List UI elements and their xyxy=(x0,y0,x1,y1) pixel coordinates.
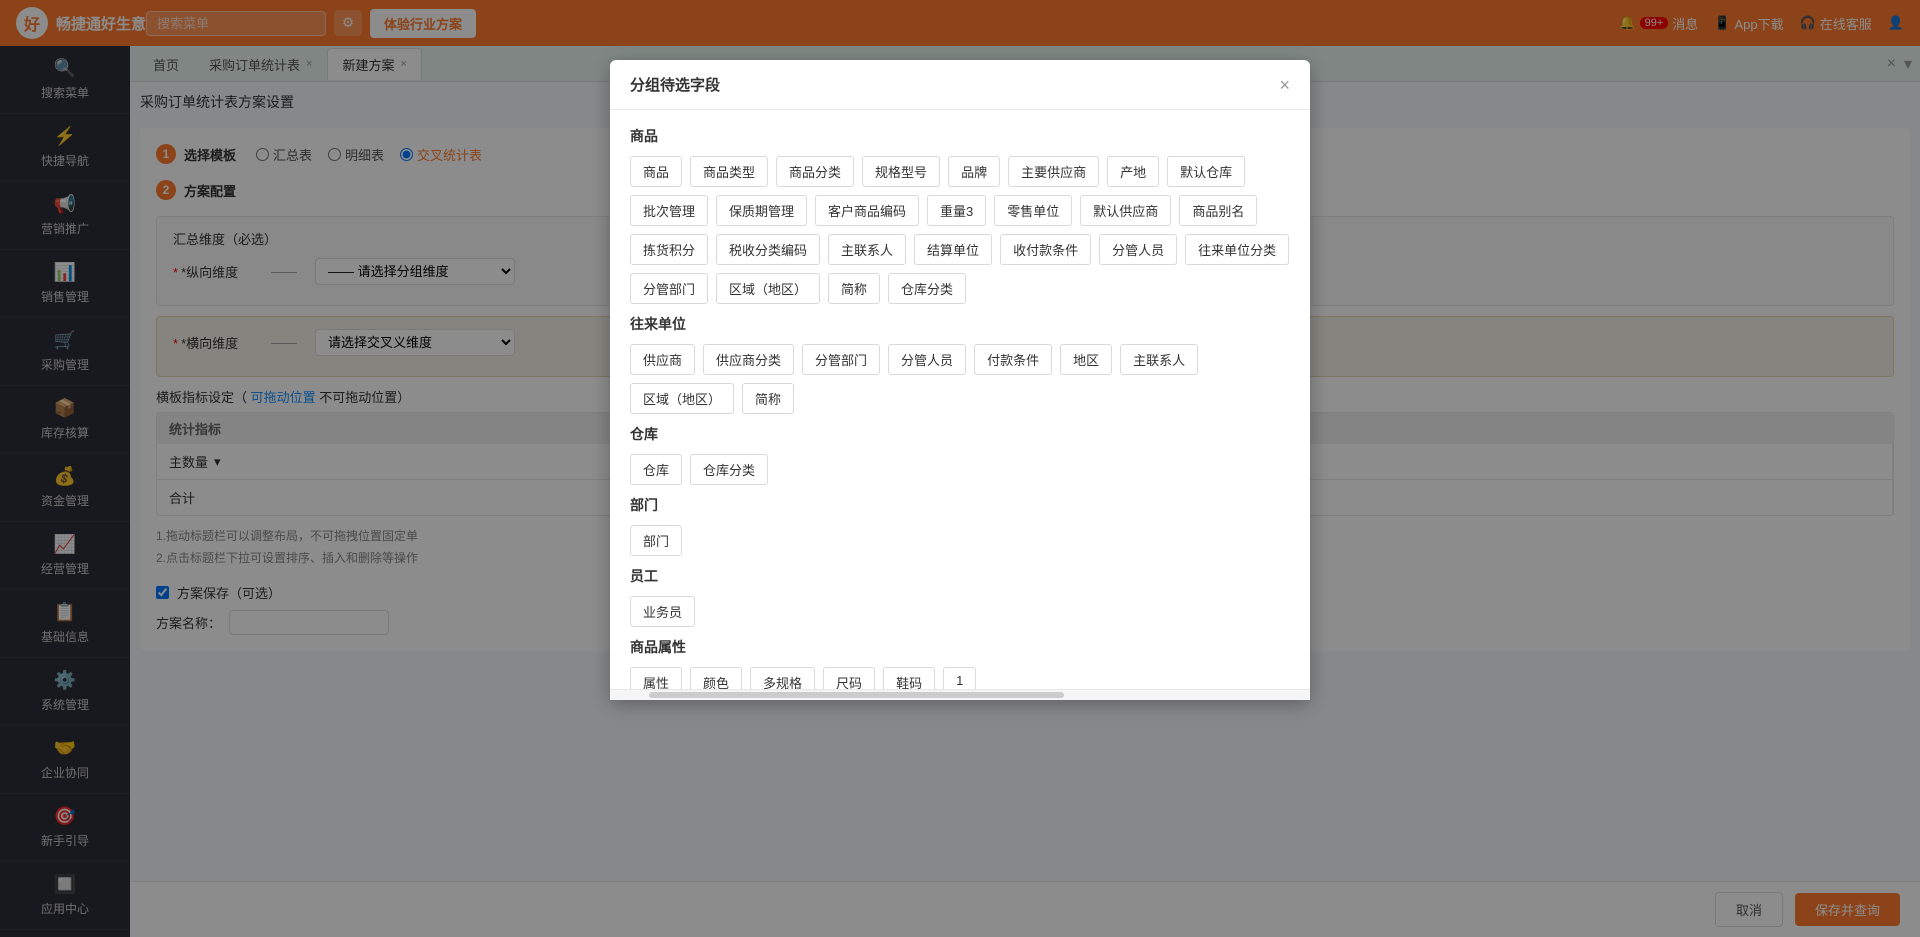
modal-section-title-商品: 商品 xyxy=(630,126,1290,146)
field-tag[interactable]: 主联系人 xyxy=(1120,344,1198,375)
field-tag[interactable]: 1 xyxy=(943,667,976,689)
field-tag[interactable]: 分管部门 xyxy=(630,273,708,304)
field-tag[interactable]: 付款条件 xyxy=(974,344,1052,375)
modal-hscroll-bar xyxy=(649,692,1064,698)
field-tag[interactable]: 零售单位 xyxy=(994,195,1072,226)
field-tag[interactable]: 产地 xyxy=(1107,156,1159,187)
field-tag[interactable]: 区域（地区） xyxy=(630,383,734,414)
field-tag[interactable]: 结算单位 xyxy=(914,234,992,265)
modal-field-grid-员工: 业务员 xyxy=(630,596,1290,627)
modal-overlay: 分组待选字段 × 商品商品商品类型商品分类规格型号品牌主要供应商产地默认仓库批次… xyxy=(0,0,1920,937)
field-tag[interactable]: 税收分类编码 xyxy=(716,234,820,265)
field-tag[interactable]: 区域（地区） xyxy=(716,273,820,304)
field-tag[interactable]: 批次管理 xyxy=(630,195,708,226)
field-tag[interactable]: 简称 xyxy=(828,273,880,304)
field-tag[interactable]: 客户商品编码 xyxy=(815,195,919,226)
field-tag[interactable]: 商品别名 xyxy=(1179,195,1257,226)
field-tag[interactable]: 默认供应商 xyxy=(1080,195,1171,226)
field-tag[interactable]: 地区 xyxy=(1060,344,1112,375)
field-tag[interactable]: 保质期管理 xyxy=(716,195,807,226)
modal-body: 商品商品商品类型商品分类规格型号品牌主要供应商产地默认仓库批次管理保质期管理客户… xyxy=(610,110,1310,689)
field-tag[interactable]: 尺码 xyxy=(823,667,875,689)
modal-horizontal-scrollbar[interactable] xyxy=(610,689,1310,700)
modal-field-grid-商品属性: 属性颜色多规格尺码鞋码 1 xyxy=(630,667,1290,689)
field-tag[interactable]: 往来单位分类 xyxy=(1185,234,1289,265)
field-tag[interactable]: 多规格 xyxy=(750,667,815,689)
field-tag[interactable]: 分管部门 xyxy=(802,344,880,375)
modal-field-grid-仓库: 仓库仓库分类 xyxy=(630,454,1290,485)
modal: 分组待选字段 × 商品商品商品类型商品分类规格型号品牌主要供应商产地默认仓库批次… xyxy=(610,60,1310,700)
field-tag[interactable]: 收付款条件 xyxy=(1000,234,1091,265)
field-tag[interactable]: 颜色 xyxy=(690,667,742,689)
modal-section-title-部门: 部门 xyxy=(630,495,1290,515)
modal-section-title-仓库: 仓库 xyxy=(630,424,1290,444)
field-tag[interactable]: 商品 xyxy=(630,156,682,187)
field-tag[interactable]: 仓库分类 xyxy=(888,273,966,304)
field-tag[interactable]: 简称 xyxy=(742,383,794,414)
field-tag[interactable]: 供应商分类 xyxy=(703,344,794,375)
field-tag[interactable]: 业务员 xyxy=(630,596,695,627)
field-tag[interactable]: 默认仓库 xyxy=(1167,156,1245,187)
modal-section-title-员工: 员工 xyxy=(630,566,1290,586)
field-tag[interactable]: 商品类型 xyxy=(690,156,768,187)
field-tag[interactable]: 品牌 xyxy=(948,156,1000,187)
modal-field-grid-商品: 商品商品类型商品分类规格型号品牌主要供应商产地默认仓库批次管理保质期管理客户商品… xyxy=(630,156,1290,304)
field-tag[interactable]: 规格型号 xyxy=(862,156,940,187)
modal-close-button[interactable]: × xyxy=(1279,76,1290,94)
modal-field-grid-部门: 部门 xyxy=(630,525,1290,556)
modal-section-title-商品属性: 商品属性 xyxy=(630,637,1290,657)
field-tag[interactable]: 重量3 xyxy=(927,195,986,226)
modal-section-title-往来单位: 往来单位 xyxy=(630,314,1290,334)
field-tag[interactable]: 仓库 xyxy=(630,454,682,485)
field-tag[interactable]: 部门 xyxy=(630,525,682,556)
modal-title: 分组待选字段 xyxy=(630,74,720,95)
field-tag[interactable]: 分管人员 xyxy=(1099,234,1177,265)
field-tag[interactable]: 鞋码 xyxy=(883,667,935,689)
modal-header: 分组待选字段 × xyxy=(610,60,1310,110)
field-tag[interactable]: 拣货积分 xyxy=(630,234,708,265)
field-tag[interactable]: 主要供应商 xyxy=(1008,156,1099,187)
field-tag[interactable]: 供应商 xyxy=(630,344,695,375)
field-tag[interactable]: 属性 xyxy=(630,667,682,689)
field-tag[interactable]: 主联系人 xyxy=(828,234,906,265)
modal-field-grid-往来单位: 供应商供应商分类分管部门分管人员付款条件地区主联系人区域（地区） 简称 xyxy=(630,344,1290,414)
field-tag[interactable]: 分管人员 xyxy=(888,344,966,375)
field-tag[interactable]: 商品分类 xyxy=(776,156,854,187)
field-tag[interactable]: 仓库分类 xyxy=(690,454,768,485)
